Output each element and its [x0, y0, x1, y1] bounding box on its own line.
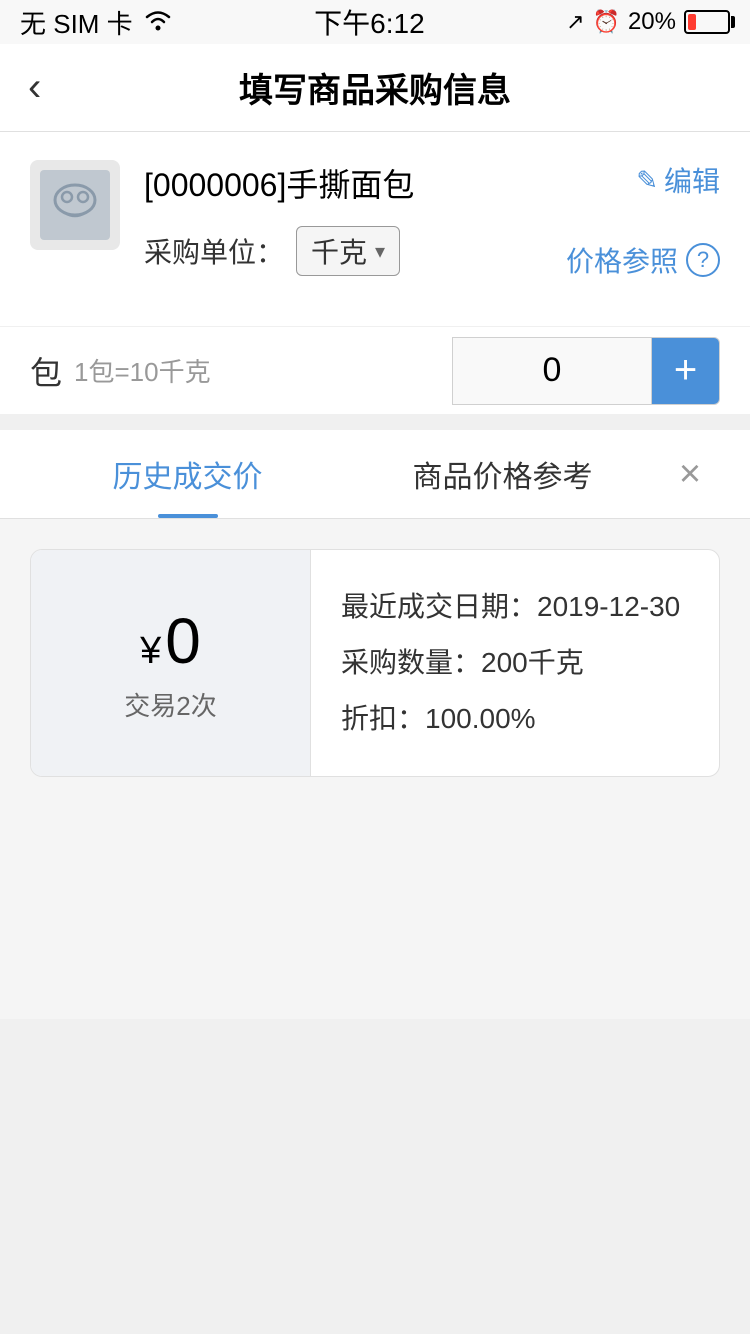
unit-label: 采购单位：	[144, 231, 284, 271]
discount-label: 折扣：	[341, 703, 425, 734]
tab-active-indicator	[158, 514, 218, 518]
back-button[interactable]: ‹	[28, 65, 41, 110]
wifi-icon	[143, 7, 173, 38]
product-name: [0000006]手撕面包	[144, 160, 414, 206]
product-info: [0000006]手撕面包 采购单位： 千克 ▾	[144, 160, 414, 276]
quantity-section: 包 1包=10千克 0 +	[0, 326, 750, 414]
nav-bar: ‹ 填写商品采购信息	[0, 44, 750, 132]
quantity-conversion: 1包=10千克	[74, 352, 211, 389]
product-left: [0000006]手撕面包 采购单位： 千克 ▾	[30, 160, 414, 276]
tab-section: 历史成交价 商品价格参考 ×	[0, 430, 750, 519]
edit-label: 编辑	[664, 160, 720, 200]
tab-price-ref[interactable]: 商品价格参考	[345, 430, 660, 518]
price-value: 0	[165, 604, 201, 678]
price-ref-label: 价格参照	[566, 240, 678, 280]
carrier-text: 无 SIM 卡	[20, 4, 133, 41]
alarm-icon: ⏰	[593, 9, 620, 35]
card-left: ¥ 0 交易2次	[31, 550, 311, 776]
separator	[0, 414, 750, 430]
discount-row: 折扣：100.00%	[341, 698, 689, 740]
transaction-card: ¥ 0 交易2次 最近成交日期：2019-12-30 采购数量：200千克 折扣…	[30, 549, 720, 777]
product-section: [0000006]手撕面包 采购单位： 千克 ▾ ✎ 编辑 价格参照 ?	[0, 132, 750, 326]
tab-history-label: 历史成交价	[113, 452, 263, 496]
product-logo	[40, 170, 110, 240]
quantity-input[interactable]: 0	[452, 337, 652, 405]
purchase-qty-row: 采购数量：200千克	[341, 642, 689, 684]
product-image	[30, 160, 120, 250]
recent-date-value: 2019-12-30	[537, 591, 680, 622]
location-icon: ↗	[566, 9, 584, 35]
card-price: ¥ 0	[140, 604, 201, 678]
discount-value: 100.00%	[425, 703, 536, 734]
tab-history-price[interactable]: 历史成交价	[30, 430, 345, 518]
status-time: 下午6:12	[314, 2, 425, 42]
product-header: [0000006]手撕面包 采购单位： 千克 ▾ ✎ 编辑 价格参照 ?	[30, 160, 720, 280]
quantity-controls: 0 +	[452, 337, 720, 405]
price-ref-button[interactable]: 价格参照 ?	[566, 240, 720, 280]
quantity-label-group: 包 1包=10千克	[30, 348, 211, 394]
card-section: ¥ 0 交易2次 最近成交日期：2019-12-30 采购数量：200千克 折扣…	[0, 519, 750, 1019]
tab-price-ref-label: 商品价格参考	[413, 452, 593, 496]
status-bar: 无 SIM 卡 下午6:12 ↗ ⏰ 20%	[0, 0, 750, 44]
status-right: ↗ ⏰ 20%	[566, 8, 730, 36]
quantity-value: 0	[543, 351, 562, 390]
page-title: 填写商品采购信息	[239, 63, 511, 112]
recent-date-row: 最近成交日期：2019-12-30	[341, 586, 689, 628]
transaction-count: 交易2次	[124, 686, 216, 723]
help-icon[interactable]: ?	[686, 243, 720, 277]
edit-button[interactable]: ✎ 编辑	[636, 160, 720, 200]
card-right: 最近成交日期：2019-12-30 采购数量：200千克 折扣：100.00%	[311, 550, 719, 776]
unit-select[interactable]: 千克 ▾	[296, 226, 400, 276]
unit-value: 千克	[311, 231, 367, 271]
recent-date-label: 最近成交日期：	[341, 591, 537, 622]
unit-dropdown-arrow: ▾	[375, 239, 385, 264]
quantity-unit: 包	[30, 348, 62, 394]
battery-percent: 20%	[628, 8, 676, 36]
edit-icon: ✎	[636, 165, 658, 196]
product-unit-row: 采购单位： 千克 ▾	[144, 226, 414, 276]
tab-close-button[interactable]: ×	[660, 430, 720, 518]
status-left: 无 SIM 卡	[20, 4, 173, 41]
battery-icon	[684, 10, 730, 34]
purchase-qty-value: 200千克	[481, 647, 584, 678]
purchase-qty-label: 采购数量：	[341, 647, 481, 678]
currency-symbol: ¥	[140, 630, 161, 673]
quantity-plus-button[interactable]: +	[652, 337, 720, 405]
tab-bar: 历史成交价 商品价格参考 ×	[0, 430, 750, 518]
